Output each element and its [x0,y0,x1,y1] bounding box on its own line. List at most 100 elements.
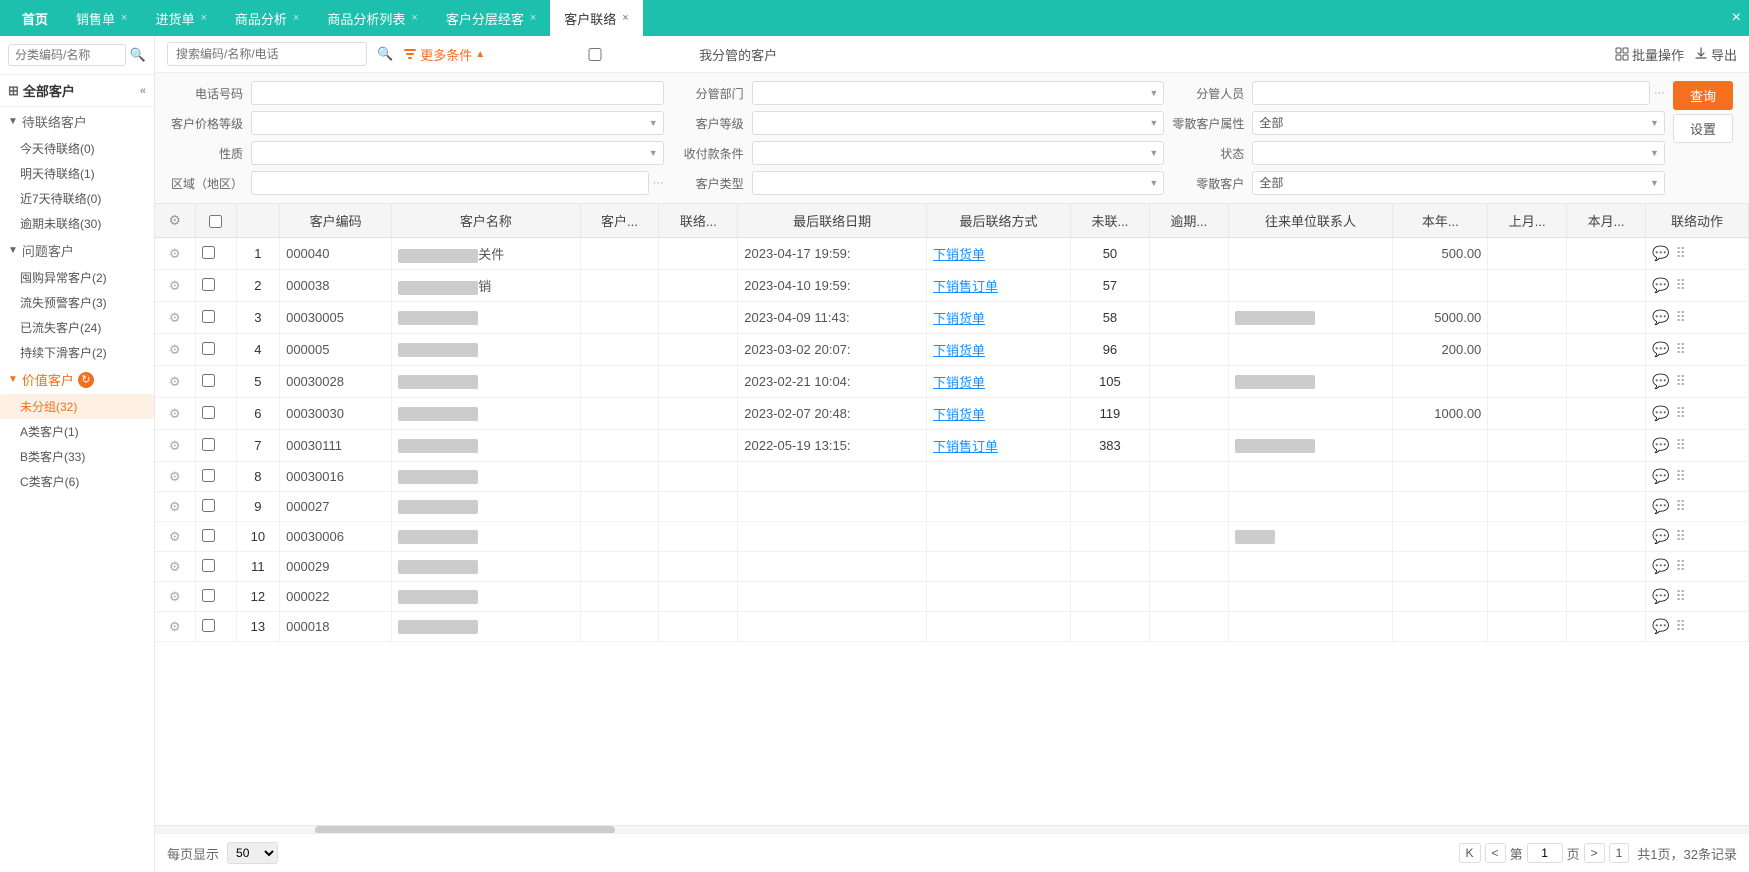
person-more-icon[interactable]: ··· [1654,87,1665,99]
sidebar-group-pending[interactable]: ▼ 待联络客户 [0,107,154,136]
overdue-col-header[interactable]: 逾期... [1149,204,1228,238]
filter-customer-level-select[interactable] [752,111,1165,135]
filter-nature-select[interactable] [251,141,664,165]
filter-payment-select[interactable] [752,141,1165,165]
sidebar-item-tomorrow[interactable]: 明天待联络(1) [0,161,154,186]
nav-customer-segment-close[interactable]: × [530,12,536,24]
last-contact-method-link[interactable]: 下销售订单 [933,439,998,454]
row-checkbox[interactable] [202,529,215,542]
row-settings-icon[interactable]: ⚙ [169,310,181,325]
more-action-icon[interactable]: ⠿ [1675,498,1685,515]
chat-icon[interactable]: 💬 [1652,558,1669,575]
row-checkbox[interactable] [202,559,215,572]
nav-customer-segment[interactable]: 客户分层经客 × [432,0,550,36]
row-checkbox[interactable] [202,589,215,602]
sidebar-search-icon[interactable]: 🔍 [130,47,146,63]
row-checkbox[interactable] [202,246,215,259]
more-conditions-btn[interactable]: 更多条件 ▲ [403,45,485,64]
more-action-icon[interactable]: ⠿ [1675,245,1685,262]
row-settings-icon[interactable]: ⚙ [169,469,181,484]
row-checkbox[interactable] [202,438,215,451]
filter-sparse-attr-select[interactable]: 全部 [1252,111,1665,135]
row-settings-icon[interactable]: ⚙ [169,619,181,634]
reset-button[interactable]: 设置 [1673,114,1733,143]
more-action-icon[interactable]: ⠿ [1675,618,1685,635]
sidebar-item-c-class[interactable]: C类客户(6) [0,469,154,494]
last-contact-date-col-header[interactable]: 最后联络日期 [738,204,927,238]
more-action-icon[interactable]: ⠿ [1675,277,1685,294]
chat-icon[interactable]: 💬 [1652,588,1669,605]
nav-product-analysis[interactable]: 商品分析 × [221,0,313,36]
row-settings-icon[interactable]: ⚙ [169,246,181,261]
query-button[interactable]: 查询 [1673,81,1733,110]
row-settings-icon[interactable]: ⚙ [169,529,181,544]
nav-close-all[interactable]: × [1732,9,1741,27]
last-page-btn[interactable]: 1 [1609,843,1630,863]
prev-page-btn[interactable]: < [1485,843,1506,863]
code-col-header[interactable]: 客户编码 [280,204,392,238]
sidebar-item-unclassified[interactable]: 未分组(32) [0,394,154,419]
more-action-icon[interactable]: ⠿ [1675,405,1685,422]
row-settings-icon[interactable]: ⚙ [169,589,181,604]
row-settings-icon[interactable]: ⚙ [169,559,181,574]
sidebar-item-week[interactable]: 近7天待联络(0) [0,186,154,211]
filter-dept-select[interactable] [752,81,1165,105]
nav-home[interactable]: 首页 [8,0,62,36]
row-checkbox[interactable] [202,342,215,355]
sidebar-item-churned[interactable]: 已流失客户(24) [0,315,154,340]
chat-icon[interactable]: 💬 [1652,437,1669,454]
chat-icon[interactable]: 💬 [1652,277,1669,294]
row-settings-icon[interactable]: ⚙ [169,406,181,421]
last-contact-method-link[interactable]: 下销货单 [933,343,985,358]
row-checkbox[interactable] [202,499,215,512]
nav-purchase[interactable]: 进货单 × [141,0,220,36]
row-checkbox[interactable] [202,469,215,482]
row-settings-icon[interactable]: ⚙ [169,374,181,389]
nav-product-list-close[interactable]: × [411,12,417,24]
row-checkbox[interactable] [202,374,215,387]
more-action-icon[interactable]: ⠿ [1675,468,1685,485]
settings-col-header[interactable]: ⚙ [155,204,195,238]
nav-customer-contact[interactable]: 客户联络 × [550,0,642,36]
nav-sales[interactable]: 销售单 × [62,0,141,36]
sidebar-item-overdue[interactable]: 逾期未联络(30) [0,211,154,236]
sidebar-group-value[interactable]: ▼ 价值客户 ↻ [0,365,154,394]
sidebar-item-today[interactable]: 今天待联络(0) [0,136,154,161]
chat-icon[interactable]: 💬 [1652,528,1669,545]
chat-icon[interactable]: 💬 [1652,341,1669,358]
filter-status-select[interactable] [1252,141,1665,165]
more-action-icon[interactable]: ⠿ [1675,558,1685,575]
filter-person-input[interactable] [1252,81,1650,105]
name-col-header[interactable]: 客户名称 [392,204,580,238]
first-page-btn[interactable]: K [1459,843,1481,863]
chat-icon[interactable]: 💬 [1652,373,1669,390]
row-checkbox[interactable] [202,310,215,323]
filter-search-icon[interactable]: 🔍 [377,46,393,62]
no-contact-col-header[interactable]: 未联... [1071,204,1150,238]
chat-icon[interactable]: 💬 [1652,618,1669,635]
sidebar-item-a-class[interactable]: A类客户(1) [0,419,154,444]
page-size-select[interactable]: 50 100 [227,842,278,864]
sidebar-item-churn-warning[interactable]: 流失预警客户(3) [0,290,154,315]
nav-purchase-close[interactable]: × [200,12,206,24]
sidebar-item-abnormal[interactable]: 囤购异常客户(2) [0,265,154,290]
contact-col-header[interactable]: 联络... [659,204,738,238]
batch-op-btn[interactable]: 批量操作 [1615,45,1684,64]
row-settings-icon[interactable]: ⚙ [169,438,181,453]
last-contact-method-link[interactable]: 下销售订单 [933,279,998,294]
sidebar-item-b-class[interactable]: B类客户(33) [0,444,154,469]
nav-product-list[interactable]: 商品分析列表 × [313,0,431,36]
type-col-header[interactable]: 客户... [580,204,659,238]
last-contact-method-link[interactable]: 下销货单 [933,311,985,326]
export-btn[interactable]: 导出 [1694,45,1737,64]
horizontal-scrollbar[interactable] [155,825,1749,833]
more-action-icon[interactable]: ⠿ [1675,437,1685,454]
nav-product-close[interactable]: × [293,12,299,24]
last-month-col-header[interactable]: 上月... [1488,204,1567,238]
my-customers-checkbox[interactable] [495,48,695,61]
last-contact-method-link[interactable]: 下销货单 [933,407,985,422]
filter-region-input[interactable] [251,171,649,195]
filter-phone-input[interactable] [251,81,664,105]
unit-contact-col-header[interactable]: 往来单位联系人 [1228,204,1393,238]
last-contact-method-col-header[interactable]: 最后联络方式 [926,204,1070,238]
